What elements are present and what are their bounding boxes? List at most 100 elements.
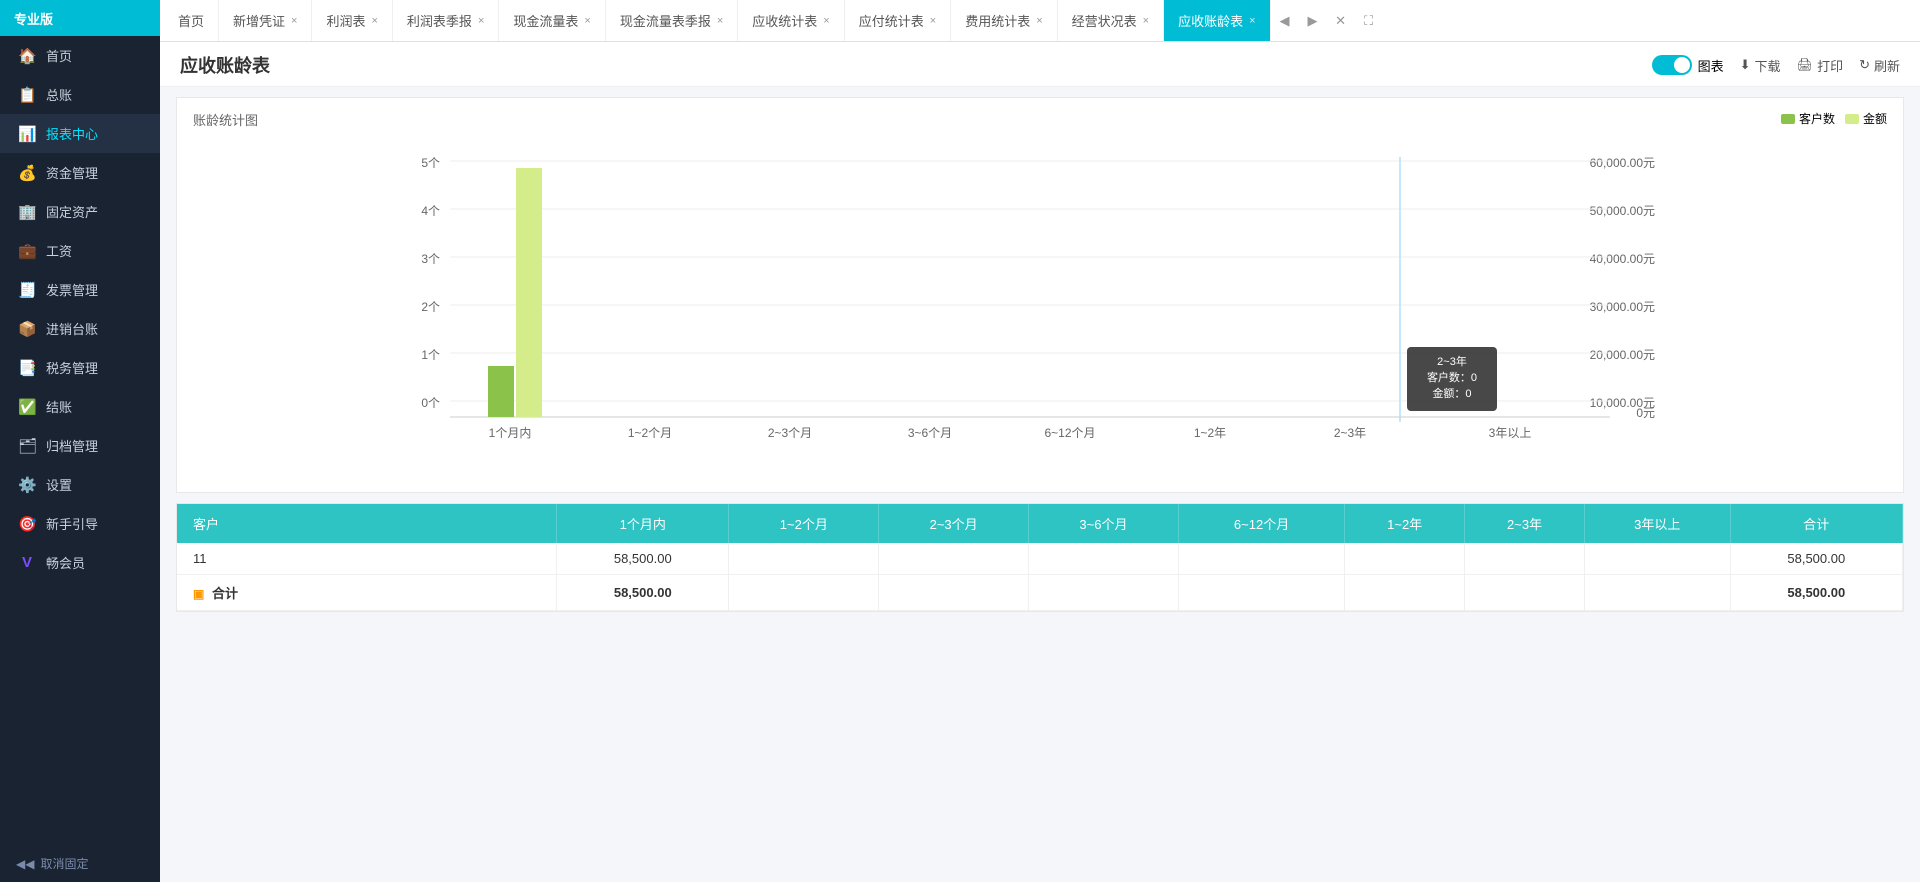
download-button[interactable]: ⬇ 下载: [1740, 56, 1781, 75]
svg-text:6~12个月: 6~12个月: [1044, 426, 1095, 440]
table-header-row: 客户 1个月内 1~2个月 2~3个月 3~6个月 6~12: [177, 504, 1903, 543]
data-table-wrap: 客户 1个月内 1~2个月 2~3个月 3~6个月 6~12: [176, 503, 1904, 612]
archive-icon: 🗂: [18, 437, 36, 455]
legend-amount-dot: [1845, 114, 1859, 124]
svg-text:3年以上: 3年以上: [1489, 426, 1532, 440]
legend-customer-dot: [1781, 114, 1795, 124]
chart-toggle-wrap[interactable]: 图表: [1652, 55, 1724, 75]
home-icon: 🏠: [18, 47, 36, 65]
tab-home[interactable]: 首页: [164, 0, 219, 41]
total-year1-2: [1345, 575, 1465, 611]
download-icon: ⬇: [1740, 57, 1751, 73]
svg-text:50,000.00元: 50,000.00元: [1590, 204, 1655, 218]
sidebar-item-funds[interactable]: 💰 资金管理: [0, 153, 160, 192]
sidebar-item-settle[interactable]: ✅ 结账: [0, 387, 160, 426]
sidebar-item-salary[interactable]: 💼 工资: [0, 231, 160, 270]
tab-operation-close[interactable]: ×: [1143, 15, 1149, 27]
main-content: 首页 新增凭证 × 利润表 × 利润表季报 × 现金流量表 × 现金流量表季报 …: [160, 0, 1920, 882]
total-icon: ▣: [193, 587, 204, 601]
tab-profit-close[interactable]: ×: [371, 15, 377, 27]
print-icon: 🖨: [1797, 57, 1814, 73]
tab-profit[interactable]: 利润表 ×: [312, 0, 392, 41]
col-total: 合计: [1730, 504, 1902, 543]
col-month2-3: 2~3个月: [879, 504, 1029, 543]
col-year1-2: 1~2年: [1345, 504, 1465, 543]
total-month1: 58,500.00: [557, 575, 729, 611]
sidebar-item-settings[interactable]: ⚙️ 设置: [0, 465, 160, 504]
page-title: 应收账龄表: [180, 52, 270, 78]
svg-text:2~3年: 2~3年: [1437, 354, 1467, 368]
arrow-left-icon: ◀◀: [16, 857, 34, 871]
tab-cashflow[interactable]: 现金流量表 ×: [499, 0, 605, 41]
sidebar-item-ledger[interactable]: 📋 总账: [0, 75, 160, 114]
tab-profit-q-close[interactable]: ×: [478, 15, 484, 27]
svg-text:1个月内: 1个月内: [489, 426, 532, 440]
tab-ar-aging-close[interactable]: ×: [1249, 15, 1255, 27]
sidebar-item-member[interactable]: V 畅会员: [0, 543, 160, 582]
svg-text:2~3年: 2~3年: [1334, 426, 1366, 440]
tab-voucher-close[interactable]: ×: [291, 15, 297, 27]
svg-text:5个: 5个: [421, 156, 440, 170]
tab-ar-stat[interactable]: 应收统计表 ×: [738, 0, 844, 41]
tab-cashflow-close[interactable]: ×: [584, 15, 590, 27]
tab-nav-next[interactable]: ▶: [1299, 7, 1327, 35]
cell-year1-2: [1345, 543, 1465, 575]
svg-text:客户数：0: 客户数：0: [1427, 370, 1477, 384]
tab-ar-stat-close[interactable]: ×: [823, 15, 829, 27]
svg-text:40,000.00元: 40,000.00元: [1590, 252, 1655, 266]
svg-text:1个: 1个: [421, 348, 440, 362]
tab-profit-q[interactable]: 利润表季报 ×: [393, 0, 499, 41]
col-customer: 客户: [177, 504, 557, 543]
tab-cashflow-q-close[interactable]: ×: [717, 15, 723, 27]
page-header: 应收账龄表 图表 ⬇ 下载 🖨 打印 ↻ 刷新: [160, 42, 1920, 87]
svg-text:0个: 0个: [421, 396, 440, 410]
svg-text:1~2年: 1~2年: [1194, 426, 1226, 440]
tab-operation[interactable]: 经营状况表 ×: [1058, 0, 1164, 41]
refresh-button[interactable]: ↻ 刷新: [1859, 56, 1900, 75]
chart-svg: 5个 4个 3个 2个 1个 0个 60,000.00元 50,000.00元 …: [193, 137, 1887, 477]
tab-expense-close[interactable]: ×: [1036, 15, 1042, 27]
col-year2-3: 2~3年: [1465, 504, 1585, 543]
ledger-icon: 📋: [18, 86, 36, 104]
sidebar-item-tax[interactable]: 📑 税务管理: [0, 348, 160, 387]
sidebar-item-archive[interactable]: 🗂 归档管理: [0, 426, 160, 465]
chart-legend: 客户数 金额: [1781, 110, 1887, 127]
funds-icon: 💰: [18, 164, 36, 182]
settle-icon: ✅: [18, 398, 36, 416]
svg-text:20,000.00元: 20,000.00元: [1590, 348, 1655, 362]
sales-icon: 📦: [18, 320, 36, 338]
tab-ap-stat-close[interactable]: ×: [930, 15, 936, 27]
tab-ap-stat[interactable]: 应付统计表 ×: [845, 0, 951, 41]
tab-nav-prev[interactable]: ◀: [1271, 7, 1299, 35]
sidebar-item-home[interactable]: 🏠 首页: [0, 36, 160, 75]
svg-text:2~3个月: 2~3个月: [768, 426, 812, 440]
sidebar-item-assets[interactable]: 🏢 固定资产: [0, 192, 160, 231]
sidebar-item-guide[interactable]: 🎯 新手引导: [0, 504, 160, 543]
tab-close-all[interactable]: ✕: [1327, 7, 1355, 35]
legend-amount: 金额: [1845, 110, 1887, 127]
col-month6-12: 6~12个月: [1178, 504, 1344, 543]
reports-icon: 📊: [18, 125, 36, 143]
settings-icon: ⚙️: [18, 476, 36, 494]
sidebar-item-sales[interactable]: 📦 进销台账: [0, 309, 160, 348]
col-month1-2: 1~2个月: [729, 504, 879, 543]
refresh-icon: ↻: [1859, 57, 1870, 73]
aging-table: 客户 1个月内 1~2个月 2~3个月 3~6个月 6~12: [177, 504, 1903, 611]
chart-area: 账龄统计图 客户数 金额 5个 4个 3个 2个 1个 0个 60,000.00: [176, 97, 1904, 493]
tab-voucher[interactable]: 新增凭证 ×: [219, 0, 312, 41]
invoice-icon: 🧾: [18, 281, 36, 299]
tab-expense[interactable]: 费用统计表 ×: [951, 0, 1057, 41]
unpin-button[interactable]: ◀◀ 取消固定: [0, 845, 160, 882]
print-button[interactable]: 🖨 打印: [1797, 56, 1844, 75]
svg-text:0元: 0元: [1636, 406, 1655, 420]
sidebar-item-invoice[interactable]: 🧾 发票管理: [0, 270, 160, 309]
cell-month1: 58,500.00: [557, 543, 729, 575]
chart-toggle-label: 图表: [1698, 56, 1724, 75]
tab-ar-aging[interactable]: 应收账龄表 ×: [1164, 0, 1270, 41]
svg-text:30,000.00元: 30,000.00元: [1590, 300, 1655, 314]
sidebar-item-reports[interactable]: 📊 报表中心: [0, 114, 160, 153]
tab-fullscreen[interactable]: ⛶: [1355, 7, 1383, 35]
total-row: ▣ 合计 58,500.00 58,500.00: [177, 575, 1903, 611]
tab-cashflow-q[interactable]: 现金流量表季报 ×: [606, 0, 738, 41]
chart-toggle[interactable]: [1652, 55, 1692, 75]
